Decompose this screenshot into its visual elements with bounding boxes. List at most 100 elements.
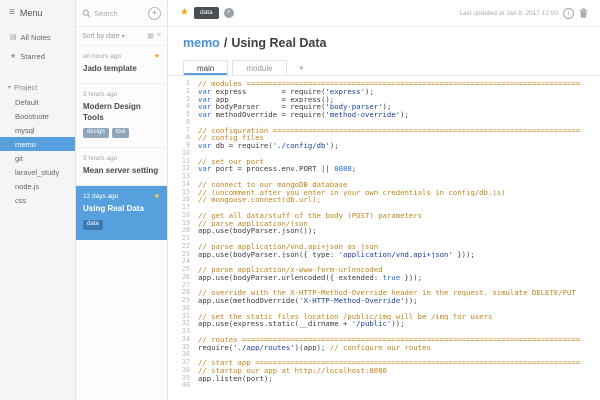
note-timestamp: 3 hours ago [83, 154, 118, 162]
sort-label: Sort by date [82, 32, 120, 40]
line-number: 1 [185, 79, 190, 87]
code-line: 24 [168, 257, 600, 266]
code-line: 11// set our port [168, 157, 600, 166]
code-line: 29 app.use(methodOverride('X-HTTP-Method-… [168, 296, 600, 305]
note-timestamp: 2 hours ago [83, 91, 118, 99]
code-line: 9 var db = require('./config/db'); [168, 141, 600, 150]
code-line: 26 app.use(bodyParser.urlencoded({ extend… [168, 273, 600, 282]
code-line: 38// startup our app at http://localhost… [168, 366, 600, 375]
code-line: 35 require('./app/routes')(app); // confi… [168, 343, 600, 352]
code-line: 23 app.use(bodyParser.json({ type: 'appli… [168, 250, 600, 259]
sidebar-item-all-notes[interactable]: ▤ All Notes [0, 30, 75, 45]
code-line: 30 [168, 304, 600, 313]
code-line: 40 [168, 381, 600, 390]
grid-view-icon[interactable]: ▦ [147, 32, 154, 40]
code-line: 10 [168, 149, 600, 158]
note-tag: design [83, 128, 109, 138]
sidebar-folder-default[interactable]: Default [0, 95, 75, 109]
sort-bar: Sort by date ▾ ▦ ≡ [76, 27, 167, 46]
code-line: 14// connect to our mongoDB database [168, 180, 600, 189]
star-icon: ★ [153, 53, 160, 60]
line-number: 40 [181, 381, 190, 390]
line-number: 7 [185, 125, 190, 134]
info-icon[interactable]: i [563, 7, 574, 19]
search-icon [82, 9, 91, 17]
note-list-item[interactable]: an hours ago ★ Jado template [76, 46, 167, 85]
section-label: Project [14, 83, 38, 92]
note-title: Modern Design Tools [83, 102, 141, 122]
sidebar-item-label: All Notes [20, 33, 51, 42]
tab-module[interactable]: module [232, 60, 287, 75]
note-timestamp: 12 days ago [83, 193, 119, 201]
code-line: 18// get all data/stuff of the body (POS… [168, 211, 600, 220]
code-line: 22// parse application/vnd.api+json as j… [168, 242, 600, 251]
search-placeholder: Search [94, 8, 118, 18]
sort-dropdown[interactable]: Sort by date ▾ [82, 33, 125, 40]
note-title-heading: Using Real Data [231, 36, 327, 50]
note-tag: tool [111, 128, 130, 138]
code-line: 17 [168, 203, 600, 212]
note-list-item[interactable]: 12 days ago ★ Using Real Data data [76, 186, 167, 240]
sidebar-folder-mysql[interactable]: mysql [0, 123, 75, 137]
note-title: Mean server setting [83, 165, 159, 175]
code-line: 3 var app = express(); [168, 94, 600, 104]
sidebar: ≡ Menu ▤ All Notes ★ Starred ▾ Project Defa… [0, 0, 76, 400]
note-list-panel: Search + Sort by date ▾ ▦ ≡ an hours ago… [76, 0, 168, 400]
code-line: 28// override with the X-HTTP-Method-Ove… [168, 288, 600, 297]
editor-panel: ★ data + Last updated at Jan 9, 2017 12:… [168, 0, 600, 400]
code-line: 8// config files [168, 133, 600, 142]
note-tag-badge: data [193, 7, 219, 19]
code-line: 6 [168, 118, 600, 127]
sidebar-section-project[interactable]: ▾ Project [0, 80, 75, 95]
note-list: an hours ago ★ Jado template 2 hours ago Mod… [76, 46, 167, 240]
star-icon: ★ [10, 53, 17, 60]
search-input[interactable]: Search [82, 9, 144, 18]
code-line: 5 var methodOverride = require('method-ov… [168, 110, 600, 119]
app-window: ≡ Menu ▤ All Notes ★ Starred ▾ Project Defa… [0, 0, 600, 400]
sidebar-folder-memo[interactable]: memo [0, 137, 75, 151]
menu-label: Menu [19, 8, 43, 18]
list-view-icon[interactable]: ≡ [157, 32, 161, 40]
line-number: 8 [185, 133, 190, 142]
line-number: 3 [185, 94, 190, 103]
new-note-button[interactable]: + [148, 6, 161, 20]
code-line: 4 var bodyParser = require('body-parser')… [168, 102, 600, 111]
note-tag: data [83, 219, 103, 230]
sidebar-folder-css[interactable]: css [0, 193, 75, 207]
line-number: 2 [185, 86, 190, 95]
note-list-item[interactable]: 2 hours ago Modern Design Tools design tool [76, 84, 167, 148]
code-line: 39 app.listen(port); [168, 374, 600, 383]
breadcrumb-separator: / [223, 36, 228, 50]
star-toggle[interactable]: ★ [180, 8, 189, 18]
code-line: 31// set the static files location /publ… [168, 312, 600, 321]
code-line: 33 [168, 327, 600, 336]
code-editor[interactable]: 1// modules ============================… [168, 76, 600, 400]
editor-toolbar: ★ data + Last updated at Jan 9, 2017 12:… [168, 0, 600, 27]
sidebar-folder-boostnote[interactable]: Boostnote [0, 109, 75, 123]
note-list-item[interactable]: 3 hours ago Mean server setting [76, 148, 167, 187]
sidebar-item-label: Starred [20, 52, 45, 61]
sidebar-folder-list: Default Boostnote mysql memo git laravel_stud… [0, 95, 75, 207]
line-number: 4 [185, 102, 190, 111]
sidebar-folder-git[interactable]: git [0, 151, 75, 165]
sidebar-folder-node-js[interactable]: node.js [0, 179, 75, 193]
sidebar-folder-laravel-study[interactable]: laravel_study [0, 165, 75, 179]
tab-bar: main module + [168, 55, 600, 76]
trash-icon[interactable] [579, 8, 588, 18]
star-icon: ★ [153, 193, 160, 201]
code-line: 21 [168, 234, 600, 243]
code-line: 1// modules ============================… [168, 79, 600, 88]
new-tab-button[interactable]: + [291, 60, 312, 75]
tab-main[interactable]: main [183, 60, 229, 75]
note-title: Jado template [83, 64, 137, 73]
sidebar-item-starred[interactable]: ★ Starred [0, 49, 75, 64]
code-line: 25// parse application/x-www-form-urlenc… [168, 265, 600, 274]
last-updated-label: Last updated at Jan 9, 2017 12:00 [459, 9, 558, 17]
code-line: 37// start app =========================… [168, 358, 600, 367]
menu-toggle[interactable]: ≡ Menu [0, 0, 75, 26]
code-line: 15// (uncomment after you enter in your … [168, 188, 600, 197]
code-line: 16// mongoose.connect(db.url); [168, 195, 600, 204]
note-title: Using Real Data [83, 204, 144, 214]
hamburger-icon: ≡ [9, 7, 15, 18]
add-tag-button[interactable]: + [223, 8, 234, 18]
